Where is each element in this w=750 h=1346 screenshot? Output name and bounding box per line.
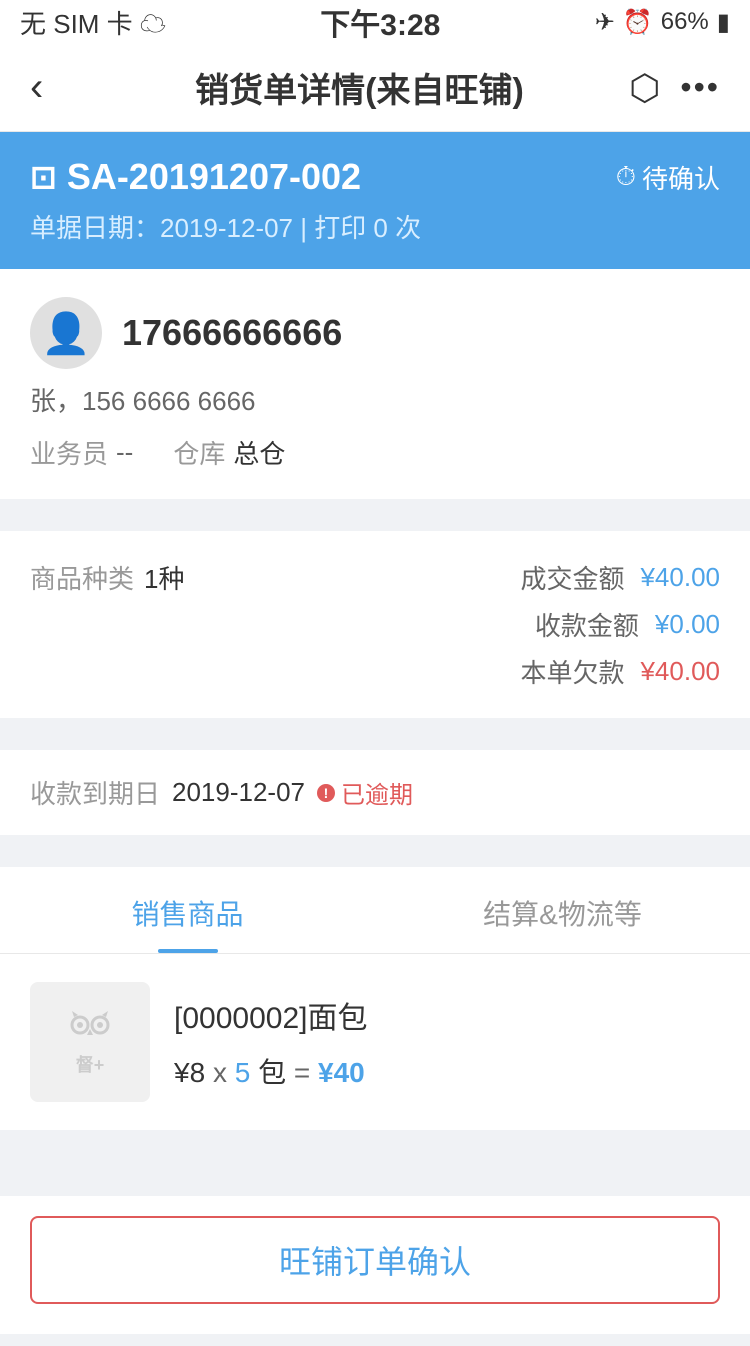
status-right: ✈ ⏰ 66% ▮ (595, 8, 730, 37)
status-time: 下午3:28 (320, 0, 440, 44)
price-quantity: 5 (235, 1057, 251, 1088)
price-unit: ¥8 (174, 1057, 205, 1088)
product-item: 督+ [0000002]面包 ¥8 x 5 包 = ¥40 (0, 954, 750, 1130)
overdue-icon: ! (317, 784, 335, 802)
divider-1 (0, 515, 750, 531)
price-total: ¥40 (318, 1057, 365, 1088)
customer-meta: 业务员 -- 仓库 总仓 (30, 434, 720, 471)
price-unit-text: 包 (258, 1057, 286, 1088)
tab-settlement[interactable]: 结算&物流等 (375, 867, 750, 953)
location-icon: ✈ (595, 8, 615, 37)
warehouse-item: 仓库 总仓 (173, 434, 285, 471)
back-button[interactable]: ‹ (30, 65, 90, 110)
product-name: [0000002]面包 (174, 993, 720, 1037)
summary-grid: 商品种类 1种 成交金额 ¥40.00 收款金额 ¥0.00 本单欠款 ¥40.… (30, 559, 720, 690)
avatar-icon: 👤 (41, 310, 91, 357)
header-card-top: ⊡ SA-20191207-002 ⏱ 待确认 (30, 156, 720, 198)
product-info: [0000002]面包 ¥8 x 5 包 = ¥40 (174, 993, 720, 1091)
divider-3 (0, 851, 750, 867)
summary-card: 商品种类 1种 成交金额 ¥40.00 收款金额 ¥0.00 本单欠款 ¥40.… (0, 531, 750, 718)
received-row: 收款金额 ¥0.00 (535, 606, 720, 643)
owl-logo-icon (60, 1007, 120, 1047)
salesperson-value: -- (116, 437, 133, 468)
customer-name: 张，156 6666 6666 (30, 381, 720, 418)
order-id: ⊡ SA-20191207-002 (30, 156, 361, 198)
order-icon: ⊡ (30, 158, 57, 196)
salesperson-item: 业务员 -- (30, 434, 133, 471)
transaction-label: 成交金额 (520, 559, 624, 596)
warehouse-label: 仓库 (173, 434, 225, 471)
tab-settlement-label: 结算&物流等 (483, 899, 642, 930)
product-section: 督+ [0000002]面包 ¥8 x 5 包 = ¥40 (0, 954, 750, 1130)
sim-status: 无 SIM 卡 ☁ (20, 4, 166, 41)
page-title: 销货单详情(来自旺铺) (90, 63, 629, 112)
bottom-area: 旺铺订单确认 (0, 1196, 750, 1334)
header-date: 单据日期：2019-12-07 | 打印 0 次 (30, 208, 720, 245)
product-types-value: 1种 (144, 559, 184, 596)
salesperson-label: 业务员 (30, 434, 108, 471)
status-left: 无 SIM 卡 ☁ (20, 4, 166, 41)
warehouse-value: 总仓 (233, 434, 285, 471)
balance-value: ¥40.00 (640, 656, 720, 687)
nav-bar: ‹ 销货单详情(来自旺铺) ⬡ ••• (0, 44, 750, 132)
product-types-item: 商品种类 1种 (30, 559, 184, 596)
header-card: ⊡ SA-20191207-002 ⏱ 待确认 单据日期：2019-12-07 … (0, 132, 750, 269)
tab-sales-label: 销售商品 (131, 899, 243, 930)
clock-icon: ⏱ (616, 161, 636, 193)
product-price-row: ¥8 x 5 包 = ¥40 (174, 1051, 720, 1091)
due-label: 收款到期日 (30, 774, 160, 811)
brand-text: 督+ (76, 1051, 105, 1077)
overdue-text: 已逾期 (341, 775, 413, 810)
thumb-content: 督+ (60, 1007, 120, 1077)
summary-right: 成交金额 ¥40.00 收款金额 ¥0.00 本单欠款 ¥40.00 (520, 559, 720, 690)
tab-sales-product[interactable]: 销售商品 (0, 867, 375, 953)
price-equals: = (294, 1057, 318, 1088)
battery-level: 66% (661, 8, 709, 36)
order-id-text: SA-20191207-002 (67, 156, 361, 198)
customer-phone: 17666666666 (122, 312, 342, 354)
product-thumbnail: 督+ (30, 982, 150, 1102)
transaction-row: 成交金额 ¥40.00 (520, 559, 720, 596)
due-date-card: 收款到期日 2019-12-07 ! 已逾期 (0, 750, 750, 835)
battery-icon: ▮ (717, 8, 730, 37)
customer-row: 👤 17666666666 (30, 297, 720, 369)
avatar: 👤 (30, 297, 102, 369)
summary-left: 商品种类 1种 (30, 559, 184, 596)
nav-actions: ⬡ ••• (629, 67, 720, 109)
price-multiply: x (213, 1057, 235, 1088)
divider-2 (0, 734, 750, 750)
product-types-label: 商品种类 (30, 559, 134, 596)
share-icon[interactable]: ⬡ (629, 67, 660, 109)
received-value: ¥0.00 (655, 609, 720, 640)
due-date-value: 2019-12-07 (172, 777, 305, 808)
alarm-icon: ⏰ (623, 8, 653, 37)
more-icon[interactable]: ••• (680, 69, 720, 106)
transaction-value: ¥40.00 (640, 562, 720, 593)
balance-row: 本单欠款 ¥40.00 (520, 653, 720, 690)
customer-card: 👤 17666666666 张，156 6666 6666 业务员 -- 仓库 … (0, 269, 750, 499)
status-bar: 无 SIM 卡 ☁ 下午3:28 ✈ ⏰ 66% ▮ (0, 0, 750, 44)
status-text: 待确认 (642, 159, 720, 196)
balance-label: 本单欠款 (520, 653, 624, 690)
status-badge: ⏱ 待确认 (616, 159, 720, 196)
confirm-button[interactable]: 旺铺订单确认 (30, 1216, 720, 1304)
tabs-container: 销售商品 结算&物流等 (0, 867, 750, 954)
received-label: 收款金额 (535, 606, 639, 643)
overdue-badge: ! 已逾期 (317, 775, 413, 810)
